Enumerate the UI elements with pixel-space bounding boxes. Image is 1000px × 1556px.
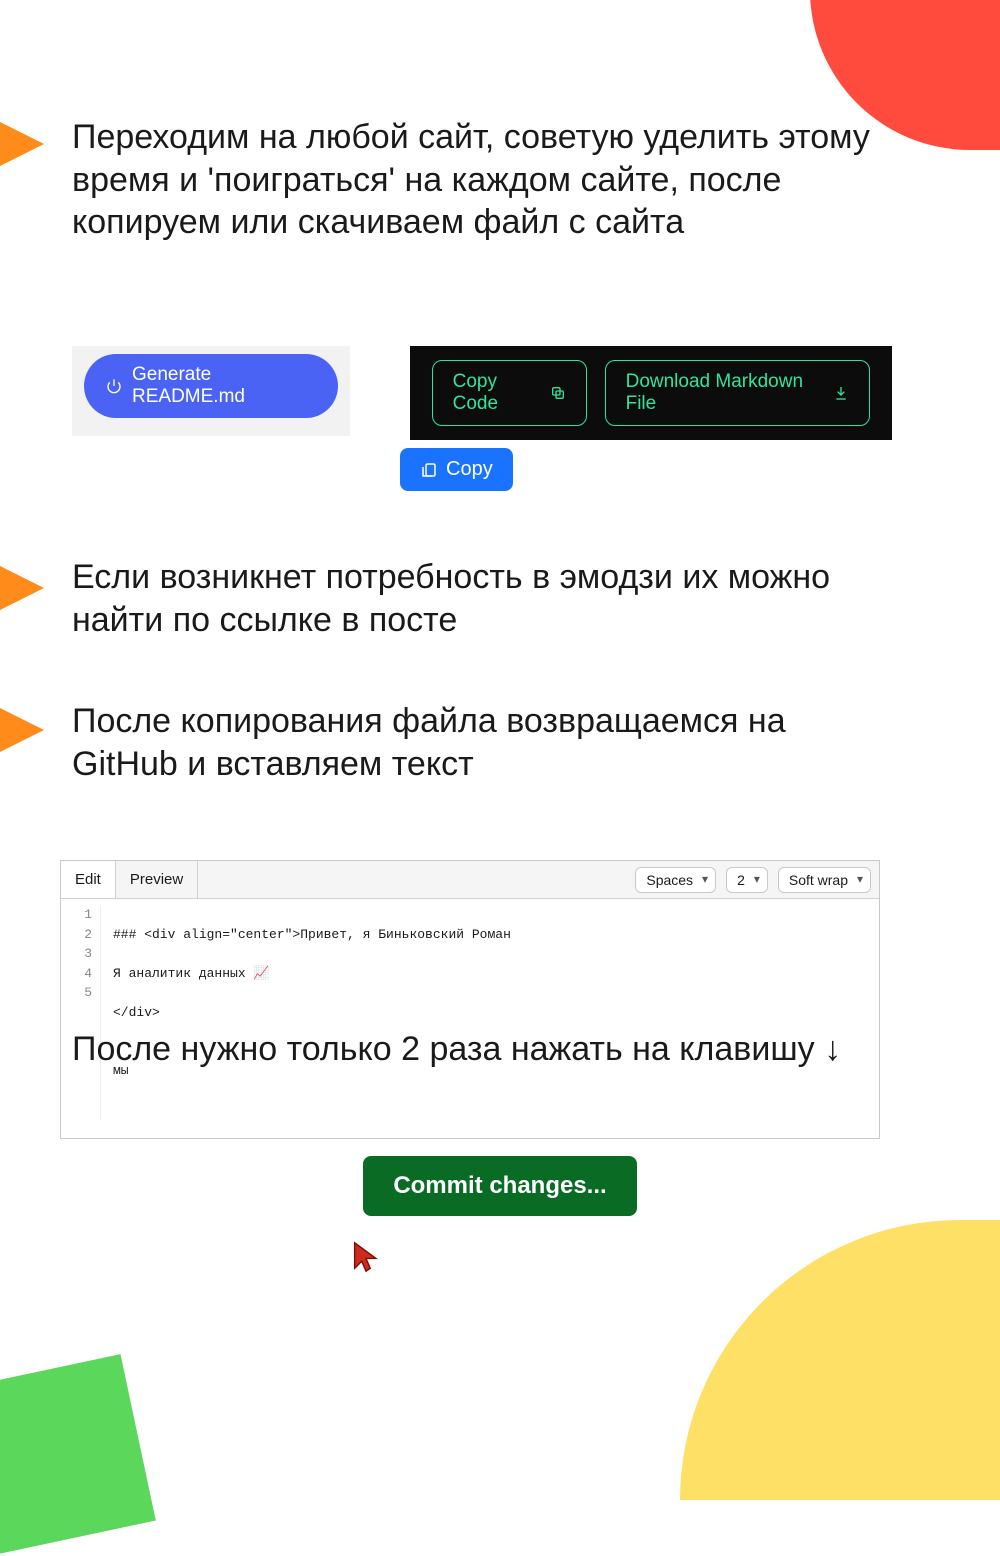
copy-code-label: Copy Code xyxy=(453,371,540,415)
tab-preview[interactable]: Preview xyxy=(116,861,198,898)
bullet-icon xyxy=(0,566,44,610)
code-content: ### <div align="center">Привет, я Бинько… xyxy=(101,905,523,1120)
copy-icon xyxy=(550,385,566,401)
step-2-text: Если возникнет потребность в эмодзи их м… xyxy=(72,556,892,641)
line-gutter: 1 2 3 4 5 xyxy=(61,905,101,1120)
editor-body[interactable]: 1 2 3 4 5 ### <div align="center">Привет… xyxy=(61,899,879,1138)
copy-small-button[interactable]: Copy xyxy=(400,448,513,491)
clipboard-icon xyxy=(420,461,438,479)
download-md-button[interactable]: Download Markdown File xyxy=(605,360,870,426)
wrap-mode-select[interactable]: Soft wrap xyxy=(778,867,871,893)
copy-small-label: Copy xyxy=(446,458,493,481)
indent-mode-select[interactable]: Spaces xyxy=(635,867,716,893)
decorative-shape-green xyxy=(0,1354,156,1556)
buttons-row: Generate README.md Copy Code Download Ma… xyxy=(72,346,892,440)
bullet-icon xyxy=(0,122,44,166)
download-icon xyxy=(833,385,849,401)
commit-block: Commit changes... xyxy=(0,1156,1000,1216)
step-4-text: После нужно только 2 раза нажать на клав… xyxy=(72,1028,892,1071)
generate-readme-wrap: Generate README.md xyxy=(72,346,350,436)
power-icon xyxy=(106,378,122,394)
line-number: 3 xyxy=(69,944,92,964)
line-number: 5 xyxy=(69,983,92,1003)
generate-readme-button[interactable]: Generate README.md xyxy=(84,354,338,418)
github-editor: Edit Preview Spaces 2 Soft wrap 1 2 3 4 … xyxy=(60,860,880,1139)
step-3-text: После копирования файла возвращаемся на … xyxy=(72,700,892,785)
bullet-icon xyxy=(0,708,44,752)
step-1-text: Переходим на любой сайт, советую уделить… xyxy=(72,116,892,244)
indent-size-select[interactable]: 2 xyxy=(726,867,768,893)
download-md-label: Download Markdown File xyxy=(626,371,823,415)
line-number: 4 xyxy=(69,964,92,984)
editor-header: Edit Preview Spaces 2 Soft wrap xyxy=(61,861,879,899)
copy-code-button[interactable]: Copy Code xyxy=(432,360,587,426)
tab-edit[interactable]: Edit xyxy=(61,861,116,898)
line-number: 2 xyxy=(69,925,92,945)
code-line: </div> xyxy=(113,1003,511,1023)
generate-readme-label: Generate README.md xyxy=(132,364,316,408)
code-line: Я аналитик данных 📈 xyxy=(113,964,511,984)
line-number: 1 xyxy=(69,905,92,925)
decorative-shape-yellow xyxy=(680,1220,1000,1500)
code-line: ### <div align="center">Привет, я Бинько… xyxy=(113,925,511,945)
commit-changes-button[interactable]: Commit changes... xyxy=(363,1156,636,1216)
dark-panel: Copy Code Download Markdown File xyxy=(410,346,892,440)
editor-toolbar: Spaces 2 Soft wrap xyxy=(627,861,879,898)
commit-changes-label: Commit changes... xyxy=(393,1172,606,1199)
